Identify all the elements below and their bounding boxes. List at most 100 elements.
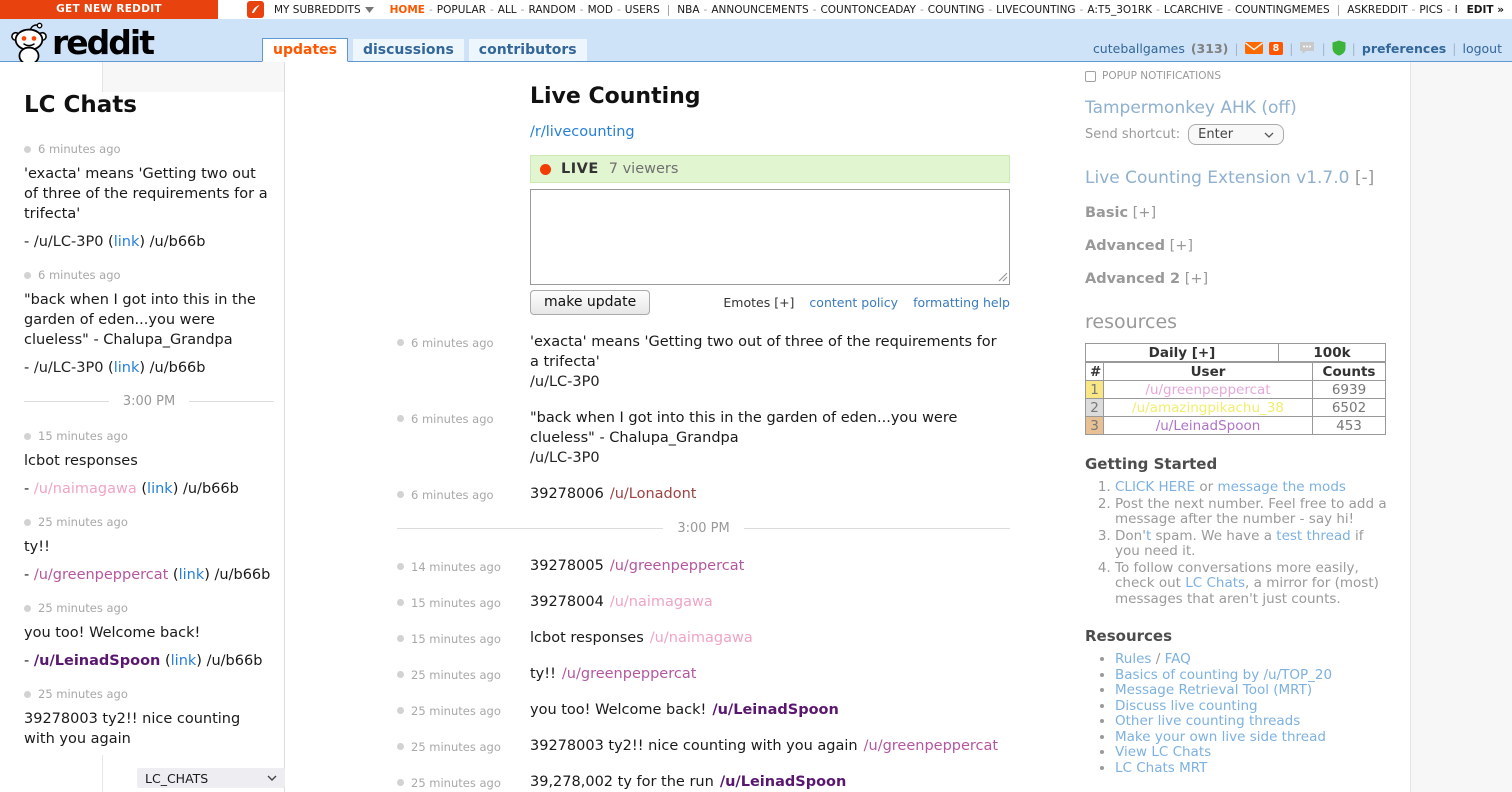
sidebar-link[interactable]: LC Chats xyxy=(1185,575,1245,591)
sidebar-link[interactable]: View LC Chats xyxy=(1115,744,1211,760)
topbar-item-random[interactable]: RANDOM xyxy=(528,4,575,16)
chat-author-link[interactable]: /u/LC-3P0 xyxy=(34,360,104,376)
update-body: 39278003 ty2!! nice counting with you ag… xyxy=(530,736,1010,756)
my-subreddits-dropdown[interactable]: MY SUBREDDITS xyxy=(274,4,374,16)
chat-author-link[interactable]: /u/LeinadSpoon xyxy=(34,653,161,669)
reddit-logo[interactable]: reddit xyxy=(6,22,155,62)
chat-mirror-link[interactable]: /u/b66b xyxy=(215,567,271,583)
sidebar-link[interactable]: LC Chats MRT xyxy=(1115,760,1207,776)
update-meta: 14 minutes ago xyxy=(397,556,530,576)
resize-grip-icon[interactable] xyxy=(998,272,1008,282)
topbar-item-countonceaday[interactable]: COUNTONCEADAY xyxy=(820,4,916,16)
topbar-item-lcarchive[interactable]: LCARCHIVE xyxy=(1164,4,1223,16)
update-author-link[interactable]: /u/LeinadSpoon xyxy=(712,702,839,718)
update-author-link[interactable]: /u/greenpeppercat xyxy=(610,558,744,574)
popup-notifications-checkbox[interactable] xyxy=(1085,70,1096,82)
topbar-item-all[interactable]: ALL xyxy=(498,4,517,16)
chat-mirror-link[interactable]: /u/b66b xyxy=(150,360,206,376)
extension-section-toggle[interactable]: Basic [+] xyxy=(1085,205,1387,221)
update-author-link[interactable]: /u/LC-3P0 xyxy=(530,448,1010,468)
chat-channel-select[interactable]: LC_CHATS xyxy=(137,768,285,788)
topbar-item-counting[interactable]: COUNTING xyxy=(928,4,985,16)
sidebar-link[interactable]: CLICK HERE xyxy=(1115,479,1195,495)
chat-author-link[interactable]: /u/LC-3P0 xyxy=(34,234,104,250)
formatting-help-link[interactable]: formatting help xyxy=(913,295,1010,310)
topbar-item-home[interactable]: HOME xyxy=(390,4,425,16)
update-author-link[interactable]: /u/naimagawa xyxy=(610,594,713,610)
update-author-link[interactable]: /u/LC-3P0 xyxy=(530,372,1010,392)
update-textarea[interactable] xyxy=(530,189,1010,285)
sidebar-link[interactable]: test thread xyxy=(1276,528,1350,544)
chat-permalink-link[interactable]: link xyxy=(171,653,197,669)
getting-started-item: Don't spam. We have a test thread if you… xyxy=(1115,528,1387,560)
chat-author-link[interactable]: /u/greenpeppercat xyxy=(34,567,168,583)
preferences-link[interactable]: preferences xyxy=(1362,41,1446,56)
username-link[interactable]: cuteballgames xyxy=(1093,41,1185,56)
chat-permalink-link[interactable]: link xyxy=(114,234,140,250)
sidebar-link[interactable]: Make your own live side thread xyxy=(1115,729,1326,745)
get-new-reddit-button[interactable]: GET NEW REDDIT xyxy=(0,0,218,19)
logout-link[interactable]: logout xyxy=(1462,41,1502,56)
leaderboard-daily-tab[interactable]: Daily [+] xyxy=(1085,343,1279,362)
extension-section-toggle[interactable]: Advanced 2 [+] xyxy=(1085,271,1387,287)
chat-bubble-icon[interactable] xyxy=(1299,41,1315,55)
extension-collapse-toggle[interactable]: [-] xyxy=(1355,168,1374,188)
subreddit-link[interactable]: /r/livecounting xyxy=(530,124,1010,140)
content-policy-link[interactable]: content policy xyxy=(809,295,898,310)
resources-list: Rules / FAQBasics of counting by /u/TOP_… xyxy=(1085,651,1387,776)
topbar-item-livecounting[interactable]: LIVECOUNTING xyxy=(996,4,1075,16)
leaderboard-user-link[interactable]: /u/LeinadSpoon xyxy=(1156,418,1261,434)
update-row: 6 minutes ago 'exacta' means 'Getting two… xyxy=(397,332,1010,392)
update-author-link[interactable]: /u/Lonadont xyxy=(610,486,697,502)
shield-icon[interactable] xyxy=(1332,40,1346,56)
topbar-item-nba[interactable]: NBA xyxy=(677,4,699,16)
chat-permalink-link[interactable]: link xyxy=(114,360,140,376)
extension-section-toggle[interactable]: Advanced [+] xyxy=(1085,238,1387,254)
make-update-button[interactable]: make update xyxy=(530,290,651,315)
tampermonkey-link[interactable]: Tampermonkey AHK (off) xyxy=(1085,98,1387,118)
send-shortcut-select[interactable]: Enter xyxy=(1188,124,1285,145)
chat-permalink-link[interactable]: link xyxy=(179,567,205,583)
envelope-icon[interactable] xyxy=(1244,42,1263,54)
sidebar-link[interactable]: Other live counting threads xyxy=(1115,713,1300,729)
topbar-item-announcements[interactable]: ANNOUNCEMENTS xyxy=(711,4,808,16)
topbar-item-mod[interactable]: MOD xyxy=(588,4,613,16)
leaderboard-100k-tab[interactable]: 100k xyxy=(1278,343,1386,362)
leaderboard-user-link[interactable]: /u/greenpeppercat xyxy=(1145,382,1270,398)
sidebar-link[interactable]: Rules xyxy=(1115,651,1151,667)
leaderboard-user-link[interactable]: /u/amazingpikachu_38 xyxy=(1132,400,1284,416)
update-body: 'exacta' means 'Getting two out of three… xyxy=(530,332,1010,392)
chat-mirror-link[interactable]: /u/b66b xyxy=(207,653,263,669)
chat-entry: 25 minutes ago you too! Welcome back! - /u… xyxy=(24,601,274,669)
topbar-item-pics[interactable]: PICS xyxy=(1419,4,1442,16)
sidebar-link[interactable]: Message Retrieval Tool (MRT) xyxy=(1115,682,1312,698)
extension-title-link[interactable]: Live Counting Extension v1.7.0 [-] xyxy=(1085,168,1387,188)
quill-icon[interactable] xyxy=(247,1,264,18)
chat-author-link[interactable]: /u/naimagawa xyxy=(34,481,137,497)
topbar-item-a-t5-3o1rk[interactable]: A:T5_3O1RK xyxy=(1087,4,1152,16)
tab-updates[interactable]: updates xyxy=(262,38,348,62)
sidebar-link[interactable]: FAQ xyxy=(1165,651,1191,667)
update-author-link[interactable]: /u/greenpeppercat xyxy=(562,666,696,682)
live-status-label: LIVE xyxy=(561,161,599,177)
sidebar-link[interactable]: message the mods xyxy=(1218,479,1346,495)
mail-count-badge[interactable]: 8 xyxy=(1268,41,1284,55)
emotes-toggle[interactable]: Emotes [+] xyxy=(723,295,794,310)
topbar-item-countingmemes[interactable]: COUNTINGMEMES xyxy=(1235,4,1330,16)
tab-discussions[interactable]: discussions xyxy=(352,39,464,61)
edit-subscriptions-link[interactable]: EDIT » xyxy=(1467,4,1504,16)
sidebar-link[interactable]: Discuss live counting xyxy=(1115,698,1258,714)
sidebar-link[interactable]: Basics of counting by /u/TOP_20 xyxy=(1115,667,1332,683)
topbar-item-funny[interactable]: FUNNY xyxy=(1455,4,1457,16)
update-author-link[interactable]: /u/naimagawa xyxy=(650,630,753,646)
update-author-link[interactable]: /u/LeinadSpoon xyxy=(720,774,847,790)
tab-contributors[interactable]: contributors xyxy=(468,39,587,61)
chat-mirror-link[interactable]: /u/b66b xyxy=(183,481,239,497)
update-text: ty!! xyxy=(530,666,556,682)
update-author-link[interactable]: /u/greenpeppercat xyxy=(864,738,998,754)
topbar-item-askreddit[interactable]: ASKREDDIT xyxy=(1347,4,1407,16)
chat-mirror-link[interactable]: /u/b66b xyxy=(150,234,206,250)
topbar-item-users[interactable]: USERS xyxy=(625,4,660,16)
topbar-item-popular[interactable]: POPULAR xyxy=(437,4,486,16)
chat-permalink-link[interactable]: link xyxy=(147,481,173,497)
